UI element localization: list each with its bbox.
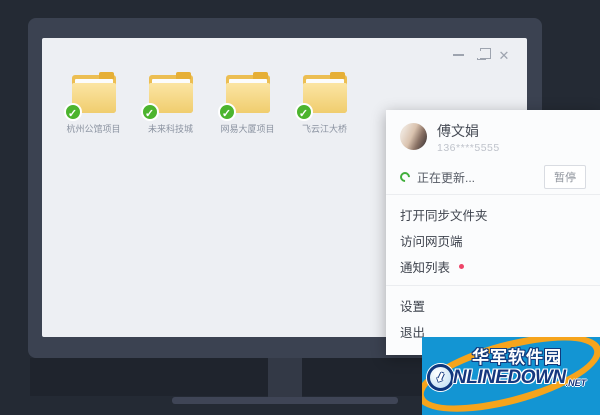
pause-button[interactable]: 暂停 <box>544 165 586 189</box>
synced-folder-grid: ✓ 杭州公馆项目 ✓ 未来科技城 ✓ 网易大厦项目 ✓ 飞云江大桥 <box>55 72 363 135</box>
close-icon: ✕ <box>498 47 510 63</box>
sync-status-row: 正在更新... 暂停 <box>386 160 600 194</box>
folder-label: 杭州公馆项目 <box>66 124 121 134</box>
folder-icon: ✓ <box>217 72 270 121</box>
folder-icon: ✓ <box>140 72 193 121</box>
monitor-stand-base <box>172 397 398 404</box>
user-popup-panel: 傅文娟 136****5555 正在更新... 暂停 打开同步文件夹 访问网页端… <box>386 110 600 355</box>
folder-item[interactable]: ✓ 网易大厦项目 <box>209 72 286 135</box>
popup-menu-primary: 打开同步文件夹 访问网页端 通知列表 <box>386 195 600 285</box>
sync-check-icon: ✓ <box>140 103 159 121</box>
notification-dot <box>459 263 465 269</box>
folder-item[interactable]: ✓ 飞云江大桥 <box>286 72 363 135</box>
window-controls: ✕ <box>451 47 511 62</box>
minimize-button[interactable] <box>451 48 465 62</box>
monitor-stand-neck <box>268 358 302 399</box>
profile-section: 傅文娟 136****5555 <box>386 110 600 160</box>
menu-item-open-sync-folder[interactable]: 打开同步文件夹 <box>386 201 600 227</box>
sync-check-icon: ✓ <box>217 103 236 121</box>
maximize-icon <box>476 47 491 60</box>
folder-icon: ✓ <box>63 72 116 121</box>
folder-label: 未来科技城 <box>147 124 193 134</box>
download-arrow-icon: ⬇ <box>427 364 454 391</box>
maximize-button[interactable] <box>474 47 491 62</box>
menu-item-settings[interactable]: 设置 <box>386 292 600 318</box>
folder-label: 飞云江大桥 <box>301 124 347 134</box>
user-phone: 136****5555 <box>437 142 500 154</box>
menu-item-visit-web[interactable]: 访问网页端 <box>386 227 600 253</box>
sync-status-text: 正在更新... <box>417 170 476 185</box>
watermark-en-title: NLINEDOWN <box>453 366 566 388</box>
sync-check-icon: ✓ <box>63 103 82 121</box>
avatar[interactable] <box>400 123 427 150</box>
folder-item[interactable]: ✓ 杭州公馆项目 <box>55 72 132 135</box>
folder-icon: ✓ <box>294 72 347 121</box>
watermark-onlinedown: 华军软件园 ⬇ NLINEDOWN .NET <box>422 337 600 415</box>
folder-label: 网易大厦项目 <box>220 124 275 134</box>
watermark-tld: .NET <box>565 378 587 388</box>
sync-check-icon: ✓ <box>294 103 313 121</box>
minimize-icon <box>452 54 464 56</box>
user-name: 傅文娟 <box>437 123 479 139</box>
close-button[interactable]: ✕ <box>497 48 511 62</box>
folder-item[interactable]: ✓ 未来科技城 <box>132 72 209 135</box>
menu-item-notification-list[interactable]: 通知列表 <box>386 253 600 279</box>
sync-progress-icon <box>397 169 413 185</box>
